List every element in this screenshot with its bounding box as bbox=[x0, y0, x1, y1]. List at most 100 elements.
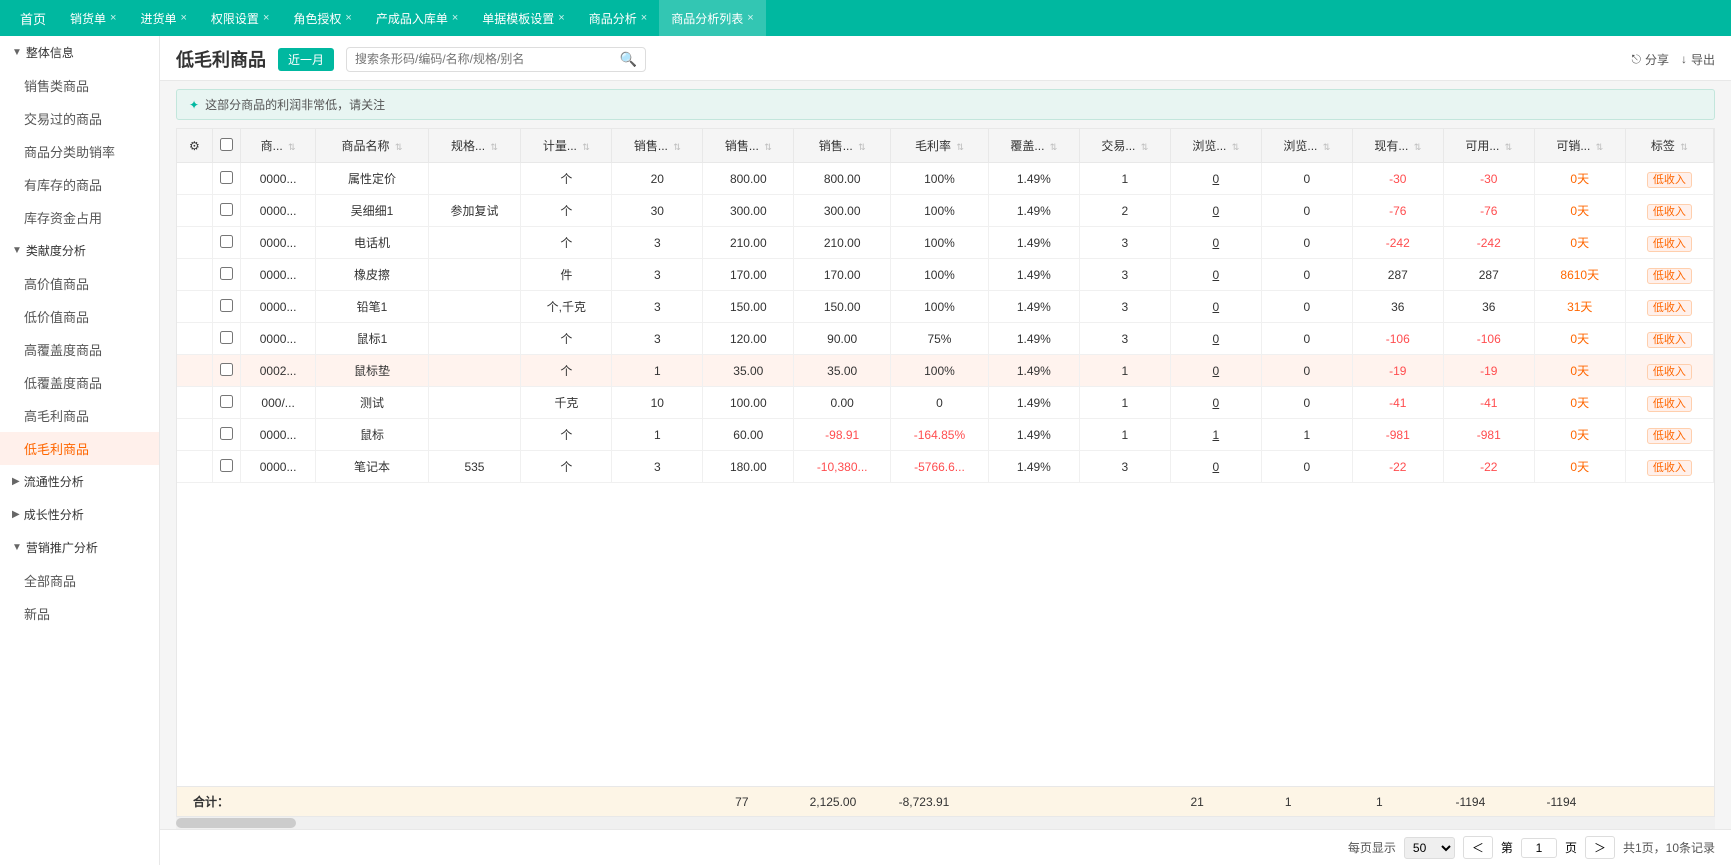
time-filter-button[interactable]: 近一月 bbox=[278, 48, 334, 71]
sidebar-group-growth[interactable]: ▶ 成长性分析 bbox=[0, 498, 159, 531]
nav-close-permission[interactable]: × bbox=[263, 12, 269, 24]
col-view1[interactable]: 浏览... ⇅ bbox=[1170, 129, 1261, 163]
sidebar-item-in-stock[interactable]: 有库存的商品 bbox=[0, 168, 159, 201]
row-view1-1[interactable]: 0 bbox=[1170, 195, 1261, 227]
col-available-stock[interactable]: 可用... ⇅ bbox=[1443, 129, 1534, 163]
data-table-container[interactable]: ⚙ 商... ⇅ 商品名称 ⇅ 规格... ⇅ 计量... ⇅ 销售... ⇅ … bbox=[176, 128, 1715, 787]
sidebar-group-overall[interactable]: ▼ 整体信息 bbox=[0, 36, 159, 69]
sidebar-item-category-rate[interactable]: 商品分类助销率 bbox=[0, 135, 159, 168]
nav-close-sales-order[interactable]: × bbox=[110, 12, 116, 24]
row-view1-2[interactable]: 0 bbox=[1170, 227, 1261, 259]
col-current-stock[interactable]: 现有... ⇅ bbox=[1352, 129, 1443, 163]
col-gross-margin[interactable]: 毛利率 ⇅ bbox=[891, 129, 989, 163]
horizontal-scrollbar[interactable] bbox=[176, 817, 1715, 829]
row-gross-margin-8: -164.85% bbox=[891, 419, 989, 451]
row-settings-7 bbox=[177, 387, 212, 419]
sidebar-item-traded-products[interactable]: 交易过的商品 bbox=[0, 102, 159, 135]
select-all-checkbox[interactable] bbox=[220, 138, 233, 151]
nav-close-purchase-order[interactable]: × bbox=[180, 12, 186, 24]
row-sales-profit-8: -98.91 bbox=[794, 419, 891, 451]
row-view2-0: 0 bbox=[1261, 163, 1352, 195]
col-spec[interactable]: 规格... ⇅ bbox=[428, 129, 521, 163]
row-unit-7: 千克 bbox=[521, 387, 612, 419]
page-number-input[interactable] bbox=[1521, 838, 1557, 858]
row-available-stock-1: -76 bbox=[1443, 195, 1534, 227]
col-coverage[interactable]: 覆盖... ⇅ bbox=[988, 129, 1079, 163]
col-settings[interactable]: ⚙ bbox=[177, 129, 212, 163]
row-checkbox-7[interactable] bbox=[212, 387, 240, 419]
scrollbar-thumb[interactable] bbox=[176, 818, 296, 828]
row-view1-0[interactable]: 0 bbox=[1170, 163, 1261, 195]
nav-role-auth[interactable]: 角色授权 × bbox=[281, 0, 363, 36]
col-sales-qty[interactable]: 销售... ⇅ bbox=[612, 129, 703, 163]
row-sales-amount-4: 150.00 bbox=[703, 291, 794, 323]
sidebar-item-sales-products[interactable]: 销售类商品 bbox=[0, 69, 159, 102]
nav-purchase-order[interactable]: 进货单 × bbox=[128, 0, 198, 36]
sidebar-item-high-margin[interactable]: 高毛利商品 bbox=[0, 399, 159, 432]
row-gross-margin-9: -5766.6... bbox=[891, 451, 989, 483]
row-checkbox-6[interactable] bbox=[212, 355, 240, 387]
col-view2[interactable]: 浏览... ⇅ bbox=[1261, 129, 1352, 163]
nav-template-settings[interactable]: 单据模板设置 × bbox=[470, 0, 576, 36]
nav-close-product-warehouse[interactable]: × bbox=[452, 12, 458, 24]
row-checkbox-2[interactable] bbox=[212, 227, 240, 259]
row-checkbox-1[interactable] bbox=[212, 195, 240, 227]
sidebar-item-new-products[interactable]: 新品 bbox=[0, 597, 159, 630]
sidebar-item-low-margin[interactable]: 低毛利商品 bbox=[0, 432, 159, 465]
col-tag[interactable]: 标签 ⇅ bbox=[1625, 129, 1713, 163]
sidebar-item-capital[interactable]: 库存资金占用 bbox=[0, 201, 159, 234]
page-size-select[interactable]: 50 20 100 bbox=[1404, 837, 1455, 859]
nav-sales-order[interactable]: 销货单 × bbox=[58, 0, 128, 36]
nav-close-role-auth[interactable]: × bbox=[345, 12, 351, 24]
row-sellable-days-1: 0天 bbox=[1534, 195, 1625, 227]
nav-home[interactable]: 首页 bbox=[8, 0, 58, 36]
col-code[interactable]: 商... ⇅ bbox=[240, 129, 316, 163]
row-view1-7[interactable]: 0 bbox=[1170, 387, 1261, 419]
share-button[interactable]: ⎋ 分享 bbox=[1631, 51, 1669, 68]
col-sales-amount[interactable]: 销售... ⇅ bbox=[703, 129, 794, 163]
row-view1-5[interactable]: 0 bbox=[1170, 323, 1261, 355]
row-checkbox-8[interactable] bbox=[212, 419, 240, 451]
col-trade-count[interactable]: 交易... ⇅ bbox=[1079, 129, 1170, 163]
col-sellable-days[interactable]: 可销... ⇅ bbox=[1534, 129, 1625, 163]
row-name-7: 测试 bbox=[316, 387, 428, 419]
row-view1-4[interactable]: 0 bbox=[1170, 291, 1261, 323]
nav-close-product-analysis[interactable]: × bbox=[641, 12, 647, 24]
row-name-6: 鼠标垫 bbox=[316, 355, 428, 387]
sidebar-item-low-value[interactable]: 低价值商品 bbox=[0, 300, 159, 333]
row-view1-6[interactable]: 0 bbox=[1170, 355, 1261, 387]
sidebar-item-high-value[interactable]: 高价值商品 bbox=[0, 267, 159, 300]
export-button[interactable]: ↓ 导出 bbox=[1681, 51, 1715, 68]
sidebar-group-marketing[interactable]: ▼ 营销推广分析 bbox=[0, 531, 159, 564]
sidebar-item-low-coverage[interactable]: 低覆盖度商品 bbox=[0, 366, 159, 399]
row-view1-3[interactable]: 0 bbox=[1170, 259, 1261, 291]
sidebar-group-contribution[interactable]: ▼ 类献度分析 bbox=[0, 234, 159, 267]
nav-product-analysis[interactable]: 商品分析 × bbox=[577, 0, 659, 36]
sidebar-item-high-coverage[interactable]: 高覆盖度商品 bbox=[0, 333, 159, 366]
col-name[interactable]: 商品名称 ⇅ bbox=[316, 129, 428, 163]
row-checkbox-3[interactable] bbox=[212, 259, 240, 291]
sidebar-group-liquidity[interactable]: ▶ 流通性分析 bbox=[0, 465, 159, 498]
nav-close-product-analysis-list[interactable]: × bbox=[747, 12, 753, 24]
search-input[interactable] bbox=[355, 52, 620, 66]
row-checkbox-5[interactable] bbox=[212, 323, 240, 355]
row-checkbox-9[interactable] bbox=[212, 451, 240, 483]
nav-permission-settings[interactable]: 权限设置 × bbox=[199, 0, 281, 36]
nav-product-analysis-list[interactable]: 商品分析列表 × bbox=[659, 0, 765, 36]
row-checkbox-4[interactable] bbox=[212, 291, 240, 323]
row-sales-qty-1: 30 bbox=[612, 195, 703, 227]
nav-close-template[interactable]: × bbox=[558, 12, 564, 24]
col-checkbox-all[interactable] bbox=[212, 129, 240, 163]
sidebar-item-all-products[interactable]: 全部商品 bbox=[0, 564, 159, 597]
share-icon: ⎋ bbox=[1631, 52, 1641, 67]
row-checkbox-0[interactable] bbox=[212, 163, 240, 195]
search-icon[interactable]: 🔍 bbox=[620, 51, 637, 68]
col-unit[interactable]: 计量... ⇅ bbox=[521, 129, 612, 163]
col-sales-profit[interactable]: 销售... ⇅ bbox=[794, 129, 891, 163]
row-view1-8[interactable]: 1 bbox=[1170, 419, 1261, 451]
sidebar-group-contribution-label: 类献度分析 bbox=[26, 242, 86, 259]
nav-product-warehouse[interactable]: 产成品入库单 × bbox=[364, 0, 470, 36]
prev-page-button[interactable]: ＜ bbox=[1463, 836, 1493, 859]
next-page-button[interactable]: ＞ bbox=[1585, 836, 1615, 859]
row-view1-9[interactable]: 0 bbox=[1170, 451, 1261, 483]
